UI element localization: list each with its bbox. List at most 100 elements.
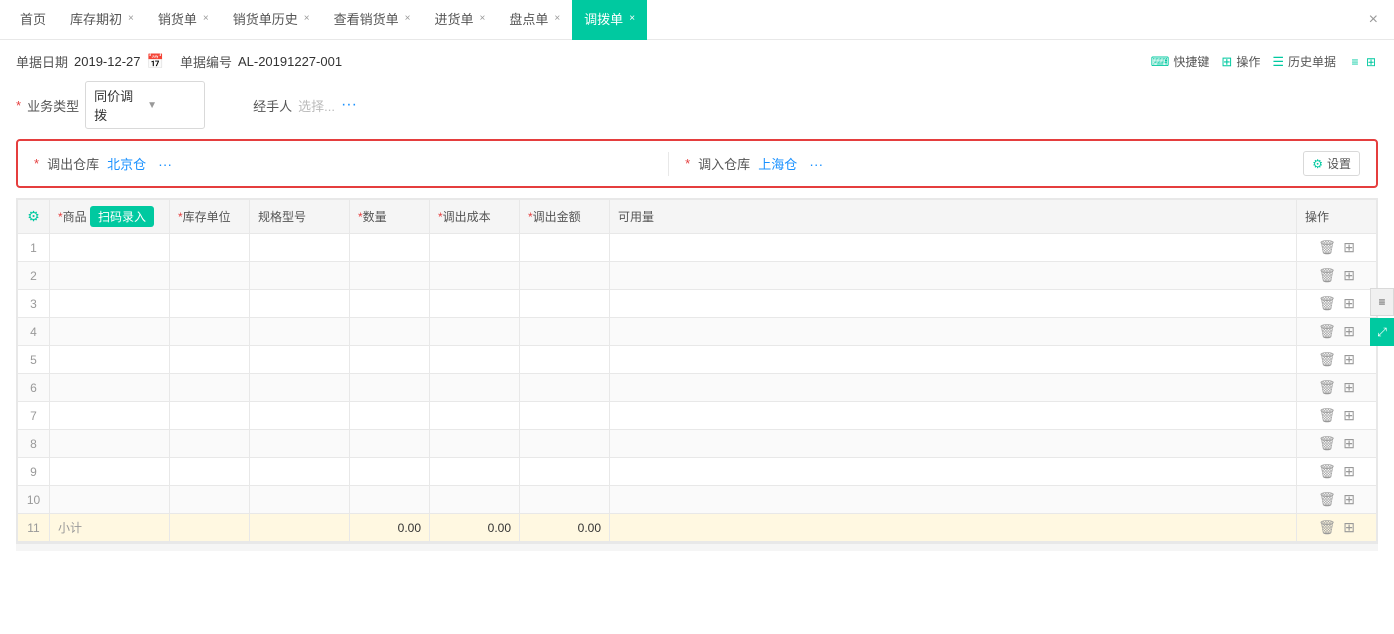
spec-cell[interactable] (250, 346, 350, 374)
cost-cell[interactable] (430, 318, 520, 346)
warehouse-in-value[interactable]: 上海仓 (758, 154, 797, 173)
copy-icon[interactable]: ⊞ (1343, 351, 1355, 367)
copy-icon[interactable]: ⊞ (1343, 463, 1355, 479)
handler-input[interactable]: 选择... (298, 96, 335, 115)
close-tab-purchase-order[interactable]: × (479, 13, 485, 24)
cost-cell[interactable] (430, 262, 520, 290)
copy-icon[interactable]: ⊞ (1343, 491, 1355, 507)
delete-icon[interactable]: 🗑 (1318, 323, 1336, 339)
close-tab-transfer[interactable]: × (629, 13, 635, 24)
close-tab-stocktake[interactable]: × (554, 13, 560, 24)
delete-icon[interactable]: 🗑 (1318, 407, 1336, 423)
qty-cell[interactable] (350, 402, 430, 430)
unit-cell[interactable] (170, 262, 250, 290)
product-cell[interactable] (50, 486, 170, 514)
spec-cell[interactable] (250, 402, 350, 430)
warehouse-out-value[interactable]: 北京仓 (107, 154, 146, 173)
product-cell[interactable] (50, 318, 170, 346)
amount-cell[interactable] (520, 234, 610, 262)
copy-icon[interactable]: ⊞ (1343, 435, 1355, 451)
cost-cell[interactable] (430, 234, 520, 262)
biz-type-select[interactable]: 同价调拨 ▼ (85, 81, 205, 129)
cost-cell[interactable] (430, 402, 520, 430)
table-gear-icon[interactable]: ⚙ (27, 208, 40, 224)
amount-cell[interactable] (520, 402, 610, 430)
horizontal-scrollbar[interactable] (16, 543, 1378, 551)
close-tab-sales-history[interactable]: × (304, 13, 310, 24)
close-tab-inventory-init[interactable]: × (128, 13, 134, 24)
cost-cell[interactable] (430, 374, 520, 402)
product-cell[interactable] (50, 290, 170, 318)
spec-cell[interactable] (250, 290, 350, 318)
copy-icon[interactable]: ⊞ (1343, 295, 1355, 311)
close-tab-sales-order[interactable]: × (203, 13, 209, 24)
amount-cell[interactable] (520, 458, 610, 486)
tab-inventory-init[interactable]: 库存期初 × (58, 0, 146, 40)
tab-stocktake[interactable]: 盘点单 × (497, 0, 572, 40)
copy-icon[interactable]: ⊞ (1343, 519, 1355, 535)
spec-cell[interactable] (250, 374, 350, 402)
operation-btn[interactable]: ⊞ 操作 (1221, 53, 1260, 70)
handler-more-icon[interactable]: ··· (341, 97, 357, 113)
product-cell[interactable] (50, 458, 170, 486)
tab-transfer[interactable]: 调拨单 × (572, 0, 647, 40)
qty-cell[interactable] (350, 318, 430, 346)
layout-list-icon[interactable]: ≡ (1348, 55, 1362, 69)
product-cell[interactable] (50, 374, 170, 402)
product-cell[interactable] (50, 262, 170, 290)
window-close-button[interactable]: × (1361, 11, 1386, 29)
right-float-expand-btn[interactable]: ⤢ (1370, 318, 1394, 346)
scan-btn[interactable]: 扫码录入 (90, 206, 154, 227)
copy-icon[interactable]: ⊞ (1343, 407, 1355, 423)
amount-cell[interactable] (520, 374, 610, 402)
unit-cell[interactable] (170, 234, 250, 262)
cost-cell[interactable] (430, 486, 520, 514)
date-value[interactable]: 2019-12-27 (74, 54, 141, 69)
delete-icon[interactable]: 🗑 (1318, 463, 1336, 479)
amount-cell[interactable] (520, 318, 610, 346)
cost-cell[interactable] (430, 290, 520, 318)
qty-cell[interactable] (350, 346, 430, 374)
unit-cell[interactable] (170, 290, 250, 318)
delete-icon[interactable]: 🗑 (1318, 491, 1336, 507)
cost-cell[interactable] (430, 346, 520, 374)
qty-cell[interactable] (350, 458, 430, 486)
product-cell[interactable] (50, 234, 170, 262)
product-cell[interactable] (50, 430, 170, 458)
warehouse-in-more-icon[interactable]: ··· (809, 156, 823, 172)
amount-cell[interactable] (520, 430, 610, 458)
shortcut-btn[interactable]: ⌨ 快捷键 (1151, 53, 1210, 70)
copy-icon[interactable]: ⊞ (1343, 239, 1355, 255)
unit-cell[interactable] (170, 402, 250, 430)
delete-icon[interactable]: 🗑 (1318, 351, 1336, 367)
unit-cell[interactable] (170, 318, 250, 346)
cost-cell[interactable] (430, 430, 520, 458)
qty-cell[interactable] (350, 262, 430, 290)
cost-cell[interactable] (430, 458, 520, 486)
amount-cell[interactable] (520, 290, 610, 318)
right-float-list-btn[interactable]: ≡ (1370, 288, 1394, 316)
delete-icon[interactable]: 🗑 (1318, 267, 1336, 283)
layout-btn[interactable]: ≡ ⊞ (1348, 55, 1378, 69)
tab-home[interactable]: 首页 (8, 0, 58, 40)
qty-cell[interactable] (350, 374, 430, 402)
copy-icon[interactable]: ⊞ (1343, 379, 1355, 395)
history-btn[interactable]: ☰ 历史单据 (1272, 53, 1336, 70)
delete-icon[interactable]: 🗑 (1318, 435, 1336, 451)
spec-cell[interactable] (250, 318, 350, 346)
unit-cell[interactable] (170, 346, 250, 374)
product-cell[interactable] (50, 402, 170, 430)
tab-sales-history[interactable]: 销货单历史 × (221, 0, 322, 40)
unit-cell[interactable] (170, 458, 250, 486)
qty-cell[interactable] (350, 486, 430, 514)
qty-cell[interactable] (350, 430, 430, 458)
qty-cell[interactable] (350, 234, 430, 262)
copy-icon[interactable]: ⊞ (1343, 267, 1355, 283)
calendar-icon[interactable]: 📅 (147, 53, 164, 70)
settings-btn[interactable]: ⚙ 设置 (1303, 151, 1360, 176)
product-cell[interactable] (50, 346, 170, 374)
warehouse-out-more-icon[interactable]: ··· (158, 156, 172, 172)
unit-cell[interactable] (170, 486, 250, 514)
close-tab-view-sales[interactable]: × (405, 13, 411, 24)
spec-cell[interactable] (250, 430, 350, 458)
